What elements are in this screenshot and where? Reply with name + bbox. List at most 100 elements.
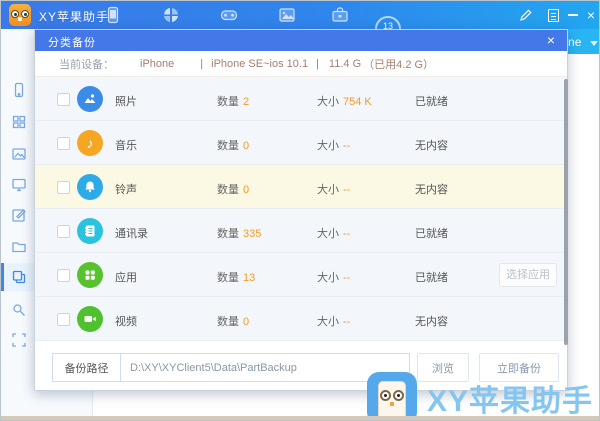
video-camera-icon <box>77 306 103 332</box>
app-window: XY苹果助手 13 × iPhone <box>0 0 600 421</box>
backup-modal: 分类备份 × 当前设备： iPhone | iPhone SE~ios 10.1… <box>34 29 568 391</box>
device-name: iPhone <box>140 58 174 70</box>
music-checkbox[interactable] <box>57 137 70 150</box>
titlebar: XY苹果助手 13 × <box>1 1 600 29</box>
phone-icon <box>11 82 27 98</box>
status-text: 已就绪 <box>415 269 448 285</box>
row-photos: 照片 数量2 大小754 K 已就绪 <box>35 77 567 121</box>
count-label: 数量 <box>217 228 239 240</box>
row-ringtones: 铃声 数量0 大小-- 无内容 <box>35 165 567 209</box>
row-music: ♪ 音乐 数量0 大小-- 无内容 <box>35 121 567 165</box>
row-apps: 应用 数量13 大小-- 已就绪 选择应用 <box>35 253 567 297</box>
watermark-logo-icon <box>367 372 417 421</box>
photos-icon <box>77 86 103 112</box>
size-label: 大小 <box>317 316 339 328</box>
grid-icon <box>11 114 27 130</box>
size-label: 大小 <box>317 184 339 196</box>
size-value: -- <box>339 140 350 152</box>
modal-close-button[interactable]: × <box>543 32 559 48</box>
size-value: 754 K <box>339 96 372 108</box>
status-text: 无内容 <box>415 313 448 329</box>
row-videos: 视频 数量0 大小-- 无内容 <box>35 297 567 341</box>
category-name: 应用 <box>115 269 137 285</box>
select-apps-button[interactable]: 选择应用 <box>499 263 557 287</box>
copy-icon <box>11 269 27 285</box>
scan-corners-icon <box>11 332 27 348</box>
size-label: 大小 <box>317 140 339 152</box>
music-icon: ♪ <box>77 130 103 156</box>
app-logo-icon <box>9 4 31 26</box>
apps-checkbox[interactable] <box>57 269 70 282</box>
wallpaper-nav-icon[interactable] <box>278 6 296 24</box>
modal-header: 分类备份 × <box>35 30 567 51</box>
modal-scrollbar[interactable] <box>564 79 568 345</box>
ringtone-bell-icon <box>77 174 103 200</box>
count-label: 数量 <box>217 184 239 196</box>
owl-beak <box>18 17 22 21</box>
separator: | <box>316 58 319 70</box>
separator: | <box>200 58 203 70</box>
watermark-text: XY苹果助手 <box>427 376 593 420</box>
category-name: 照片 <box>115 93 137 109</box>
current-device-row: 当前设备： iPhone | iPhone SE~ios 10.1 | 11.4… <box>35 51 567 77</box>
image-icon <box>11 146 27 162</box>
magnifier-icon <box>11 302 27 318</box>
count-label: 数量 <box>217 96 239 108</box>
contacts-checkbox[interactable] <box>57 225 70 238</box>
current-device-label: 当前设备： <box>59 56 114 72</box>
modal-title: 分类备份 <box>48 34 96 50</box>
status-text: 无内容 <box>415 181 448 197</box>
videos-checkbox[interactable] <box>57 313 70 326</box>
app-title: XY苹果助手 <box>39 8 109 25</box>
compose-icon <box>11 207 27 223</box>
row-contacts: 通讯录 数量335 大小-- 已就绪 <box>35 209 567 253</box>
brand-watermark: XY苹果助手 <box>367 372 593 421</box>
count-value: 13 <box>239 272 255 284</box>
changelog-icon[interactable] <box>544 7 562 23</box>
category-name: 铃声 <box>115 181 137 197</box>
count-label: 数量 <box>217 316 239 328</box>
count-value: 0 <box>239 140 249 152</box>
category-name: 音乐 <box>115 137 137 153</box>
size-label: 大小 <box>317 272 339 284</box>
device-model: iPhone SE~ios 10.1 <box>211 58 308 70</box>
count-label: 数量 <box>217 272 239 284</box>
count-value: 0 <box>239 184 249 196</box>
size-label: 大小 <box>317 228 339 240</box>
device-nav-icon[interactable] <box>104 6 122 24</box>
owl-eye <box>21 10 29 18</box>
category-name: 视频 <box>115 313 137 329</box>
chevron-down-icon[interactable] <box>590 41 598 46</box>
feedback-pencil-icon[interactable] <box>517 7 535 23</box>
count-value: 335 <box>239 228 261 240</box>
backup-path-label: 备份路径 <box>53 354 121 381</box>
size-value: -- <box>339 184 350 196</box>
close-window-button[interactable]: × <box>582 7 600 23</box>
minimize-button[interactable] <box>564 7 582 23</box>
backup-path-group: 备份路径 D:\XY\XYClient5\Data\PartBackup <box>52 353 410 382</box>
count-value: 2 <box>239 96 249 108</box>
folder-icon <box>11 239 27 255</box>
category-name: 通讯录 <box>115 225 148 241</box>
count-value: 0 <box>239 316 249 328</box>
size-value: -- <box>339 272 350 284</box>
monitor-icon <box>11 177 27 193</box>
device-used: （已用4.2 G） <box>363 56 434 72</box>
status-text: 已就绪 <box>415 93 448 109</box>
backup-path-input[interactable]: D:\XY\XYClient5\Data\PartBackup <box>121 354 409 381</box>
photos-checkbox[interactable] <box>57 93 70 106</box>
toolbox-nav-icon[interactable] <box>331 6 349 24</box>
status-text: 已就绪 <box>415 225 448 241</box>
size-value: -- <box>339 228 350 240</box>
device-capacity: 11.4 G <box>329 58 361 70</box>
window-bottom-edge <box>1 416 600 420</box>
size-value: -- <box>339 316 350 328</box>
size-label: 大小 <box>317 96 339 108</box>
count-label: 数量 <box>217 140 239 152</box>
status-text: 无内容 <box>415 137 448 153</box>
games-nav-icon[interactable] <box>220 6 238 24</box>
apps-nav-icon[interactable] <box>162 6 180 24</box>
ringtones-checkbox[interactable] <box>57 181 70 194</box>
contacts-icon <box>77 218 103 244</box>
backup-category-list: 照片 数量2 大小754 K 已就绪 ♪ 音乐 数量0 大小-- 无内容 铃声 … <box>35 77 567 341</box>
